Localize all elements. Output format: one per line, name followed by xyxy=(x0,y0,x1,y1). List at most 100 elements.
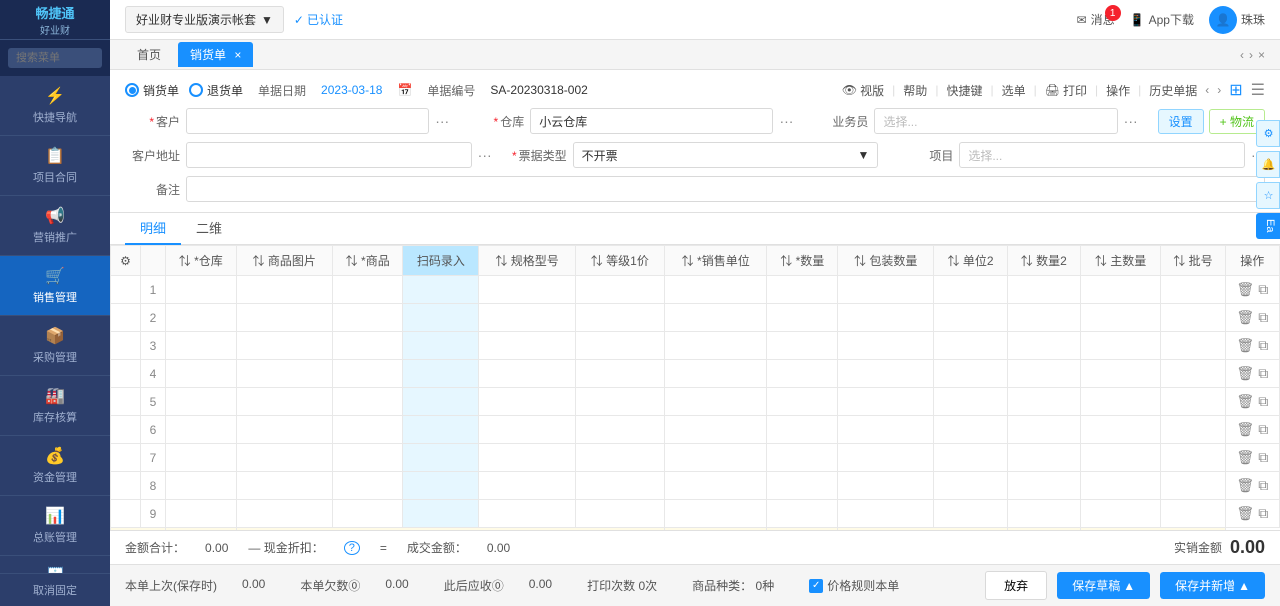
row-pkg-qty[interactable] xyxy=(838,416,934,444)
rfb-1[interactable]: ⚙ xyxy=(1256,120,1280,147)
th-grade-price[interactable]: ⇅ 等级1价 xyxy=(575,246,664,276)
customer-dots-button[interactable]: ··· xyxy=(435,113,449,129)
row-product[interactable] xyxy=(332,444,403,472)
row-unit2[interactable] xyxy=(934,388,1007,416)
row-qty2[interactable] xyxy=(1007,500,1080,528)
row-delete-icon[interactable]: 🗑 xyxy=(1236,281,1254,298)
row-copy-icon[interactable]: ⧉ xyxy=(1258,337,1268,354)
price-rule-checkbox[interactable]: ✓ 价格规则本单 xyxy=(809,577,899,594)
row-qty2[interactable] xyxy=(1007,360,1080,388)
row-batch[interactable] xyxy=(1161,304,1225,332)
salesperson-dots-button[interactable]: ··· xyxy=(1124,113,1138,129)
row-copy-icon[interactable]: ⧉ xyxy=(1258,281,1268,298)
warehouse-input[interactable]: 小云仓库 xyxy=(530,108,773,134)
row-grade-price[interactable] xyxy=(575,500,664,528)
th-warehouse[interactable]: ⇅ *仓库 xyxy=(166,246,237,276)
row-unit2[interactable] xyxy=(934,500,1007,528)
row-warehouse[interactable] xyxy=(166,500,237,528)
th-unit2[interactable]: ⇅ 单位2 xyxy=(934,246,1007,276)
row-copy-icon[interactable]: ⧉ xyxy=(1258,449,1268,466)
th-settings[interactable]: ⚙ xyxy=(111,246,141,276)
row-unit2[interactable] xyxy=(934,444,1007,472)
row-batch[interactable] xyxy=(1161,388,1225,416)
th-product[interactable]: ⇅ *商品 xyxy=(332,246,403,276)
row-spec[interactable] xyxy=(479,360,575,388)
help-circle-icon[interactable]: ? xyxy=(344,541,360,555)
row-scan[interactable] xyxy=(403,444,479,472)
row-scan[interactable] xyxy=(403,416,479,444)
row-delete-icon[interactable]: 🗑 xyxy=(1236,393,1254,410)
tab-close-icon[interactable]: × xyxy=(234,48,241,62)
row-sales-unit[interactable] xyxy=(664,276,767,304)
row-product-image[interactable] xyxy=(236,304,332,332)
row-pkg-qty[interactable] xyxy=(838,472,934,500)
row-main-qty[interactable] xyxy=(1080,332,1160,360)
row-product[interactable] xyxy=(332,360,403,388)
th-pkg-qty[interactable]: ⇅ 包装数量 xyxy=(838,246,934,276)
row-main-qty[interactable] xyxy=(1080,360,1160,388)
sidebar-item-sales[interactable]: 🛒 销售管理 xyxy=(0,256,110,316)
row-unit2[interactable] xyxy=(934,332,1007,360)
row-product[interactable] xyxy=(332,472,403,500)
sidebar-item-marketing[interactable]: 📢 营销推广 xyxy=(0,196,110,256)
row-product-image[interactable] xyxy=(236,416,332,444)
row-sales-unit[interactable] xyxy=(664,304,767,332)
project-input[interactable]: 选择... xyxy=(959,142,1245,168)
row-scan[interactable] xyxy=(403,276,479,304)
row-quantity[interactable] xyxy=(767,472,838,500)
sidebar-item-quick-nav[interactable]: ⚡ 快捷导航 xyxy=(0,76,110,136)
row-qty2[interactable] xyxy=(1007,332,1080,360)
row-product[interactable] xyxy=(332,500,403,528)
row-scan[interactable] xyxy=(403,304,479,332)
row-scan[interactable] xyxy=(403,472,479,500)
row-main-qty[interactable] xyxy=(1080,388,1160,416)
row-pkg-qty[interactable] xyxy=(838,304,934,332)
row-delete-icon[interactable]: 🗑 xyxy=(1236,337,1254,354)
toolbar-select[interactable]: 选单 xyxy=(1002,82,1026,99)
tab-nav-next[interactable]: › xyxy=(1249,48,1253,62)
row-scan[interactable] xyxy=(403,360,479,388)
row-qty2[interactable] xyxy=(1007,304,1080,332)
row-qty2[interactable] xyxy=(1007,276,1080,304)
row-delete-icon[interactable]: 🗑 xyxy=(1236,365,1254,382)
row-spec[interactable] xyxy=(479,472,575,500)
row-copy-icon[interactable]: ⧉ xyxy=(1258,309,1268,326)
row-spec[interactable] xyxy=(479,388,575,416)
th-scan-entry[interactable]: 扫码录入 xyxy=(403,246,479,276)
save-draft-button[interactable]: 保存草稿 ▲ xyxy=(1057,572,1150,599)
rfb-2[interactable]: 🔔 xyxy=(1256,151,1280,178)
invoice-select[interactable]: 不开票 ▼ xyxy=(573,142,879,168)
row-product-image[interactable] xyxy=(236,444,332,472)
row-product[interactable] xyxy=(332,304,403,332)
sidebar-cancel-fixed[interactable]: 取消固定 xyxy=(0,573,110,606)
messages-button[interactable]: ✉ 消息 1 xyxy=(1077,11,1115,28)
row-grade-price[interactable] xyxy=(575,276,664,304)
row-scan[interactable] xyxy=(403,500,479,528)
row-grade-price[interactable] xyxy=(575,304,664,332)
th-spec[interactable]: ⇅ 规格型号 xyxy=(479,246,575,276)
row-batch[interactable] xyxy=(1161,416,1225,444)
row-warehouse[interactable] xyxy=(166,416,237,444)
row-delete-icon[interactable]: 🗑 xyxy=(1236,309,1254,326)
th-batch[interactable]: ⇅ 批号 xyxy=(1161,246,1225,276)
row-product-image[interactable] xyxy=(236,388,332,416)
row-copy-icon[interactable]: ⧉ xyxy=(1258,365,1268,382)
list-view-icon[interactable]: ☰ xyxy=(1251,80,1265,100)
row-pkg-qty[interactable] xyxy=(838,500,934,528)
abandon-button[interactable]: 放弃 xyxy=(985,571,1047,600)
row-sales-unit[interactable] xyxy=(664,500,767,528)
row-copy-icon[interactable]: ⧉ xyxy=(1258,505,1268,522)
row-quantity[interactable] xyxy=(767,360,838,388)
row-sales-unit[interactable] xyxy=(664,416,767,444)
sidebar-item-purchase[interactable]: 📦 采购管理 xyxy=(0,316,110,376)
toolbar-history[interactable]: 历史单据 xyxy=(1149,82,1197,99)
row-pkg-qty[interactable] xyxy=(838,388,934,416)
tab-2d[interactable]: 二维 xyxy=(181,212,237,245)
sidebar-item-capital[interactable]: 💰 资金管理 xyxy=(0,436,110,496)
row-grade-price[interactable] xyxy=(575,388,664,416)
th-quantity[interactable]: ⇅ *数量 xyxy=(767,246,838,276)
row-grade-price[interactable] xyxy=(575,444,664,472)
app-download-button[interactable]: 📱 App下载 xyxy=(1130,11,1194,28)
row-batch[interactable] xyxy=(1161,472,1225,500)
row-copy-icon[interactable]: ⧉ xyxy=(1258,421,1268,438)
